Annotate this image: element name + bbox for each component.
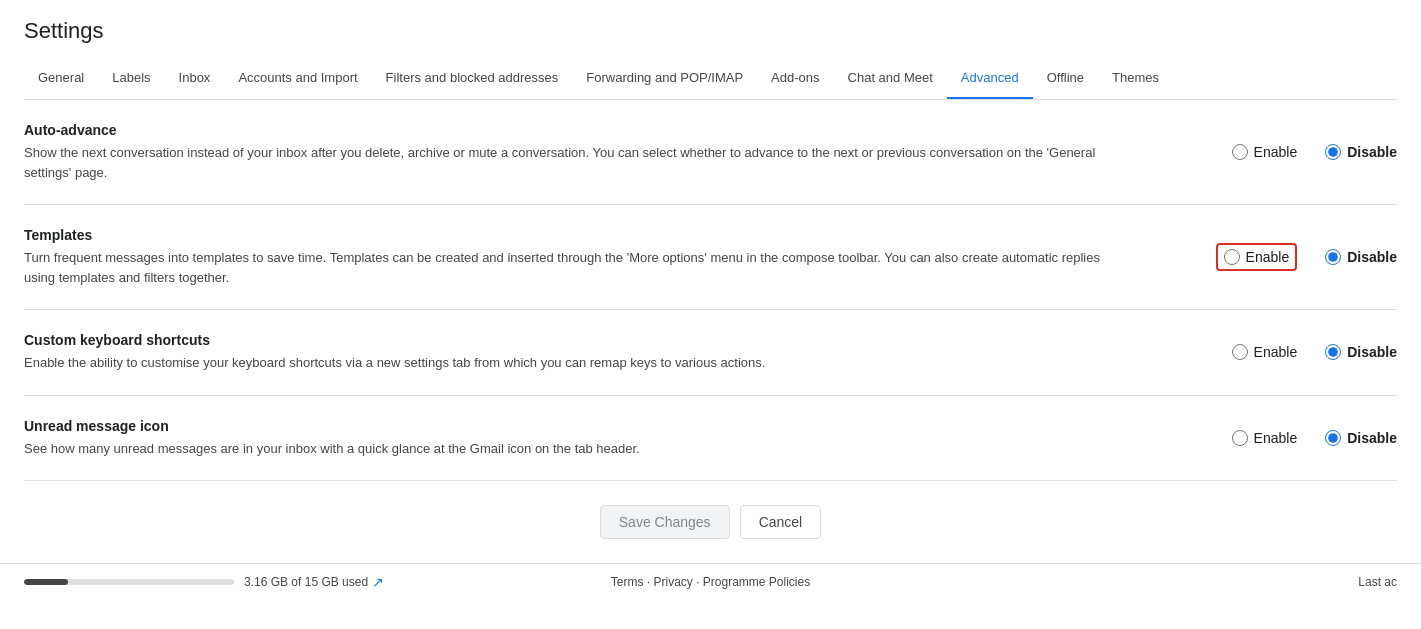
tab-filters[interactable]: Filters and blocked addresses: [372, 60, 573, 100]
disable-option-custom-keyboard[interactable]: Disable: [1325, 344, 1397, 360]
enable-radio-unread-icon[interactable]: [1232, 430, 1248, 446]
disable-radio-custom-keyboard[interactable]: [1325, 344, 1341, 360]
setting-desc-unread-icon: See how many unread messages are in your…: [24, 439, 1124, 459]
save-changes-button[interactable]: Save Changes: [600, 505, 730, 539]
last-account-text: Last ac: [1358, 575, 1397, 589]
enable-radio-custom-keyboard[interactable]: [1232, 344, 1248, 360]
setting-controls-unread-icon: Enable Disable: [1232, 430, 1397, 446]
tab-chat-meet[interactable]: Chat and Meet: [834, 60, 947, 100]
tab-themes[interactable]: Themes: [1098, 60, 1173, 100]
setting-title-templates: Templates: [24, 227, 1176, 243]
setting-info-templates: Templates Turn frequent messages into tem…: [24, 227, 1216, 287]
setting-title-custom-keyboard: Custom keyboard shortcuts: [24, 332, 1192, 348]
setting-info-auto-advance: Auto-advance Show the next conversation i…: [24, 122, 1232, 182]
enable-radio-templates[interactable]: [1224, 249, 1240, 265]
setting-title-unread-icon: Unread message icon: [24, 418, 1192, 434]
page-header: Settings GeneralLabelsInboxAccounts and …: [0, 0, 1421, 100]
setting-controls-templates: Enable Disable: [1216, 243, 1397, 271]
footer-links: Terms · Privacy · Programme Policies: [611, 575, 810, 589]
tab-advanced[interactable]: Advanced: [947, 60, 1033, 100]
enable-option-custom-keyboard[interactable]: Enable: [1232, 344, 1298, 360]
disable-radio-unread-icon[interactable]: [1325, 430, 1341, 446]
setting-title-auto-advance: Auto-advance: [24, 122, 1192, 138]
setting-row-unread-icon: Unread message icon See how many unread m…: [24, 396, 1397, 482]
setting-info-unread-icon: Unread message icon See how many unread m…: [24, 418, 1232, 459]
tab-forwarding[interactable]: Forwarding and POP/IMAP: [572, 60, 757, 100]
tab-addons[interactable]: Add-ons: [757, 60, 833, 100]
separator-1: ·: [643, 575, 653, 589]
setting-controls-custom-keyboard: Enable Disable: [1232, 344, 1397, 360]
setting-row-templates: Templates Turn frequent messages into tem…: [24, 205, 1397, 310]
storage-text: 3.16 GB of 15 GB used ↗: [244, 574, 384, 590]
setting-desc-templates: Turn frequent messages into templates to…: [24, 248, 1124, 287]
enable-radio-auto-advance[interactable]: [1232, 144, 1248, 160]
enable-option-templates[interactable]: Enable: [1216, 243, 1298, 271]
enable-label-templates: Enable: [1246, 249, 1290, 265]
main-content: Auto-advance Show the next conversation i…: [0, 100, 1421, 563]
tab-labels[interactable]: Labels: [98, 60, 164, 100]
cancel-button[interactable]: Cancel: [740, 505, 822, 539]
page-title: Settings: [24, 18, 1397, 44]
enable-label-custom-keyboard: Enable: [1254, 344, 1298, 360]
disable-label-templates: Disable: [1347, 249, 1397, 265]
setting-controls-auto-advance: Enable Disable: [1232, 144, 1397, 160]
disable-label-auto-advance: Disable: [1347, 144, 1397, 160]
disable-radio-templates[interactable]: [1325, 249, 1341, 265]
disable-label-unread-icon: Disable: [1347, 430, 1397, 446]
storage-used-label: 3.16 GB of 15 GB used: [244, 575, 368, 589]
enable-option-auto-advance[interactable]: Enable: [1232, 144, 1298, 160]
storage-bar-background: [24, 579, 234, 585]
settings-list: Auto-advance Show the next conversation i…: [24, 100, 1397, 481]
actions-row: Save Changes Cancel: [24, 481, 1397, 563]
separator-2: ·: [693, 575, 703, 589]
privacy-link[interactable]: Privacy: [653, 575, 692, 589]
tab-general[interactable]: General: [24, 60, 98, 100]
disable-option-unread-icon[interactable]: Disable: [1325, 430, 1397, 446]
policies-link[interactable]: Programme Policies: [703, 575, 810, 589]
storage-bar-fill: [24, 579, 68, 585]
setting-desc-auto-advance: Show the next conversation instead of yo…: [24, 143, 1124, 182]
setting-row-auto-advance: Auto-advance Show the next conversation i…: [24, 100, 1397, 205]
external-link-icon[interactable]: ↗: [372, 574, 384, 590]
setting-info-custom-keyboard: Custom keyboard shortcuts Enable the abil…: [24, 332, 1232, 373]
disable-radio-auto-advance[interactable]: [1325, 144, 1341, 160]
setting-row-custom-keyboard: Custom keyboard shortcuts Enable the abil…: [24, 310, 1397, 396]
disable-option-auto-advance[interactable]: Disable: [1325, 144, 1397, 160]
tab-accounts-import[interactable]: Accounts and Import: [224, 60, 371, 100]
disable-option-templates[interactable]: Disable: [1325, 249, 1397, 265]
tab-offline[interactable]: Offline: [1033, 60, 1098, 100]
storage-info: 3.16 GB of 15 GB used ↗: [24, 574, 384, 590]
setting-desc-custom-keyboard: Enable the ability to customise your key…: [24, 353, 1124, 373]
nav-tabs: GeneralLabelsInboxAccounts and ImportFil…: [24, 60, 1397, 100]
disable-label-custom-keyboard: Disable: [1347, 344, 1397, 360]
enable-label-auto-advance: Enable: [1254, 144, 1298, 160]
tab-inbox[interactable]: Inbox: [165, 60, 225, 100]
enable-label-unread-icon: Enable: [1254, 430, 1298, 446]
enable-option-unread-icon[interactable]: Enable: [1232, 430, 1298, 446]
footer: 3.16 GB of 15 GB used ↗ Terms · Privacy …: [0, 563, 1421, 600]
terms-link[interactable]: Terms: [611, 575, 644, 589]
